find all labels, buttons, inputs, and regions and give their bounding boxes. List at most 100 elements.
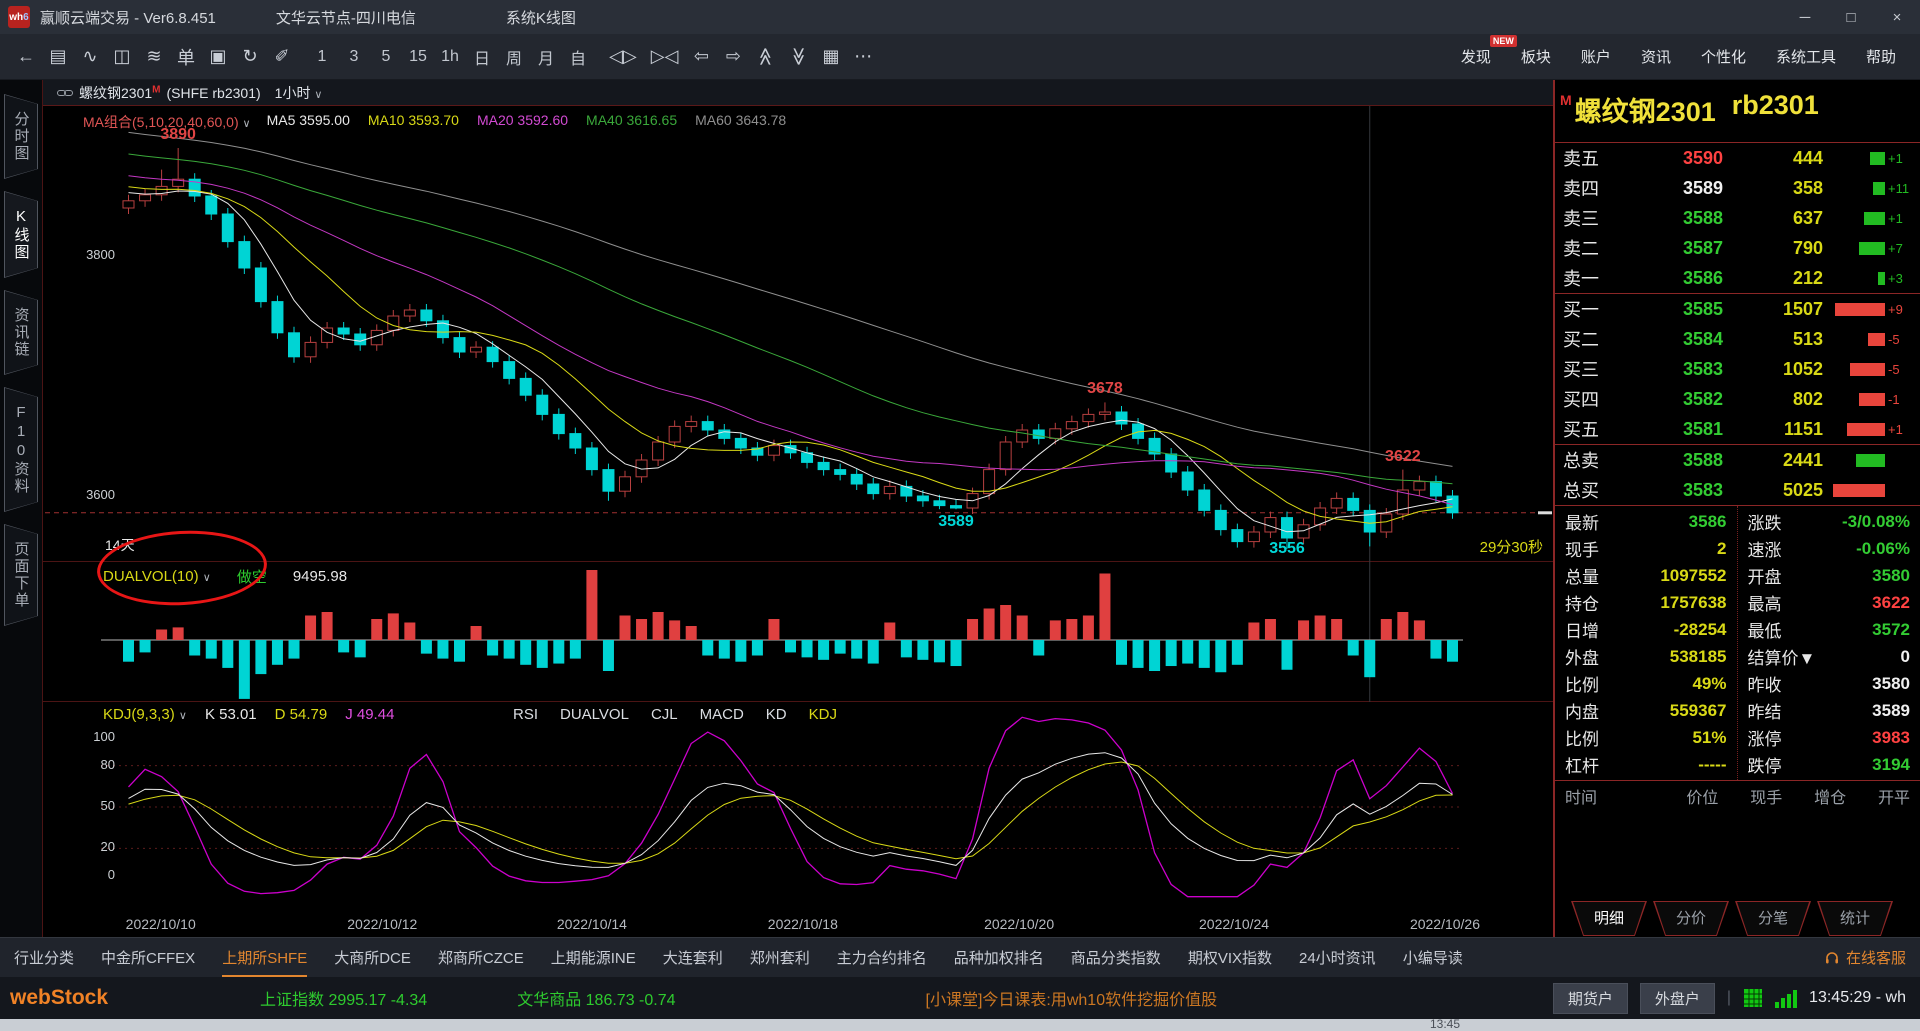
split-layout-icon[interactable]: ▦: [815, 39, 847, 75]
book-price[interactable]: 3589: [1613, 178, 1723, 199]
book-row: 卖五3590444+1: [1555, 143, 1920, 173]
exchange-nav-行业分类[interactable]: 行业分类: [14, 938, 74, 977]
menu-item-发现[interactable]: 发现NEW: [1461, 46, 1491, 67]
draw-line-icon[interactable]: ✐: [266, 39, 298, 75]
period-selector[interactable]: 1小时 ∨: [275, 83, 323, 103]
exchange-nav-大连套利[interactable]: 大连套利: [663, 938, 723, 977]
book-level-label: 卖四: [1555, 175, 1613, 201]
sidebar-tab-K线图[interactable]: K线图: [4, 191, 38, 278]
exchange-nav-期权VIX指数[interactable]: 期权VIX指数: [1188, 938, 1272, 977]
stat-row: 现手2: [1555, 535, 1737, 562]
exchange-nav-商品分类指数[interactable]: 商品分类指数: [1071, 938, 1161, 977]
page-right-icon[interactable]: ⇨: [717, 39, 749, 75]
menu-item-账户[interactable]: 账户: [1581, 46, 1611, 67]
book-price[interactable]: 3586: [1613, 268, 1723, 289]
period-button-自[interactable]: 自: [562, 39, 594, 75]
kdj-dropdown[interactable]: KDJ(9,3,3) ∨: [103, 706, 187, 723]
period-button-15[interactable]: 15: [402, 39, 434, 75]
period-button-月[interactable]: 月: [530, 39, 562, 75]
sidebar-tab-F10资料[interactable]: F10资料: [4, 387, 38, 512]
maximize-button[interactable]: □: [1828, 0, 1874, 34]
period-button-日[interactable]: 日: [466, 39, 498, 75]
back-icon[interactable]: ←: [10, 39, 42, 75]
exchange-nav-郑州套利[interactable]: 郑州套利: [750, 938, 810, 977]
indicator-shortcut-DUALVOL[interactable]: DUALVOL: [560, 706, 629, 723]
order-ticket-icon[interactable]: 单: [170, 39, 202, 75]
sidebar-tab-分时图[interactable]: 分时图: [4, 94, 38, 179]
book-price[interactable]: 3585: [1613, 299, 1723, 320]
period-button-3[interactable]: 3: [338, 39, 370, 75]
period-button-1[interactable]: 1: [306, 39, 338, 75]
multi-day-chart-icon[interactable]: ≋: [138, 39, 170, 75]
book-price[interactable]: 3588: [1613, 450, 1723, 471]
exchange-nav-小编导读[interactable]: 小编导读: [1403, 938, 1463, 977]
book-price[interactable]: 3590: [1613, 148, 1723, 169]
clock-label: 13:45:29 - wh: [1809, 989, 1906, 1007]
period-button-5[interactable]: 5: [370, 39, 402, 75]
indicator-shortcut-KD[interactable]: KD: [766, 706, 787, 723]
news-ticker[interactable]: [小课堂]今日课表:用wh10软件挖掘价值股: [926, 986, 1218, 1010]
close-button[interactable]: ×: [1874, 0, 1920, 34]
exchange-nav-品种加权排名[interactable]: 品种加权排名: [954, 938, 1044, 977]
stat-row: 速涨-0.06%: [1738, 535, 1920, 562]
stat-value: 3589: [1872, 701, 1910, 721]
book-price[interactable]: 3581: [1613, 419, 1723, 440]
sidebar-tab-页面下单[interactable]: 页面下单: [4, 524, 38, 626]
book-price[interactable]: 3584: [1613, 329, 1723, 350]
sidebar-tab-资讯链[interactable]: 资讯链: [4, 290, 38, 375]
minimize-button[interactable]: ─: [1782, 0, 1828, 34]
stat-value: 51%: [1692, 728, 1726, 748]
indicator-shortcut-CJL[interactable]: CJL: [651, 706, 678, 723]
scroll-down-icon[interactable]: ≫: [782, 39, 815, 75]
more-icon[interactable]: ⋯: [847, 39, 879, 75]
candlestick-chart-icon[interactable]: ◫: [106, 39, 138, 75]
menu-item-资讯[interactable]: 资讯: [1641, 46, 1671, 67]
book-price[interactable]: 3588: [1613, 208, 1723, 229]
refresh-icon[interactable]: ↻: [234, 39, 266, 75]
quote-tab-统计[interactable]: 统计: [1817, 901, 1893, 936]
online-service-button[interactable]: 在线客服: [1824, 947, 1906, 968]
quote-list-icon[interactable]: ▤: [42, 39, 74, 75]
quote-tab-分价[interactable]: 分价: [1653, 901, 1729, 936]
save-layout-icon[interactable]: ▣: [202, 39, 234, 75]
menu-item-帮助[interactable]: 帮助: [1866, 46, 1896, 67]
book-price[interactable]: 3583: [1613, 359, 1723, 380]
exchange-nav-郑商所CZCE[interactable]: 郑商所CZCE: [438, 938, 524, 977]
exchange-nav-24小时资讯[interactable]: 24小时资讯: [1299, 938, 1376, 977]
zoom-out-icon[interactable]: ◁▷: [602, 39, 644, 75]
page-left-icon[interactable]: ⇦: [685, 39, 717, 75]
exchange-nav-大商所DCE[interactable]: 大商所DCE: [334, 938, 411, 977]
exchange-nav-中金所CFFEX[interactable]: 中金所CFFEX: [101, 938, 195, 977]
quote-tab-分笔[interactable]: 分笔: [1735, 901, 1811, 936]
book-price[interactable]: 3587: [1613, 238, 1723, 259]
line-chart-icon[interactable]: ∿: [74, 39, 106, 75]
stat-row: 最高3622: [1738, 589, 1920, 616]
indicator-shortcut-KDJ[interactable]: KDJ: [809, 706, 837, 723]
kdj-chart-svg[interactable]: [43, 702, 1554, 912]
menu-item-个性化[interactable]: 个性化: [1701, 46, 1746, 67]
ask-levels: 卖五3590444+1卖四3589358+11卖三3588637+1卖二3587…: [1555, 143, 1920, 294]
stat-label: 外盘: [1565, 644, 1599, 669]
stat-value: -3/0.08%: [1842, 512, 1910, 532]
futures-account-button[interactable]: 期货户: [1553, 983, 1628, 1014]
scroll-up-icon[interactable]: ≫: [749, 39, 782, 75]
exchange-nav-主力合约排名[interactable]: 主力合约排名: [837, 938, 927, 977]
period-button-1h[interactable]: 1h: [434, 39, 466, 75]
exchange-nav-上期能源INE[interactable]: 上期能源INE: [551, 938, 636, 977]
contract-name[interactable]: 螺纹钢2301M: [79, 83, 161, 103]
candlestick-chart-svg[interactable]: [43, 106, 1554, 562]
book-price[interactable]: 3583: [1613, 480, 1723, 501]
period-button-周[interactable]: 周: [498, 39, 530, 75]
exchange-nav-上期所SHFE[interactable]: 上期所SHFE: [222, 938, 307, 977]
indicator-shortcut-MACD[interactable]: MACD: [700, 706, 744, 723]
stat-row: 比例51%: [1555, 724, 1737, 751]
menu-item-板块[interactable]: 板块: [1521, 46, 1551, 67]
foreign-account-button[interactable]: 外盘户: [1640, 983, 1715, 1014]
volume-chart-svg[interactable]: [43, 562, 1554, 702]
menu-item-系统工具[interactable]: 系统工具: [1776, 46, 1836, 67]
quote-tab-明细[interactable]: 明细: [1571, 901, 1647, 936]
book-price[interactable]: 3582: [1613, 389, 1723, 410]
indicator-shortcut-RSI[interactable]: RSI: [513, 706, 538, 723]
dropdown-arrow-icon[interactable]: ▼: [1799, 649, 1816, 668]
zoom-in-icon[interactable]: ▷◁: [644, 39, 686, 75]
